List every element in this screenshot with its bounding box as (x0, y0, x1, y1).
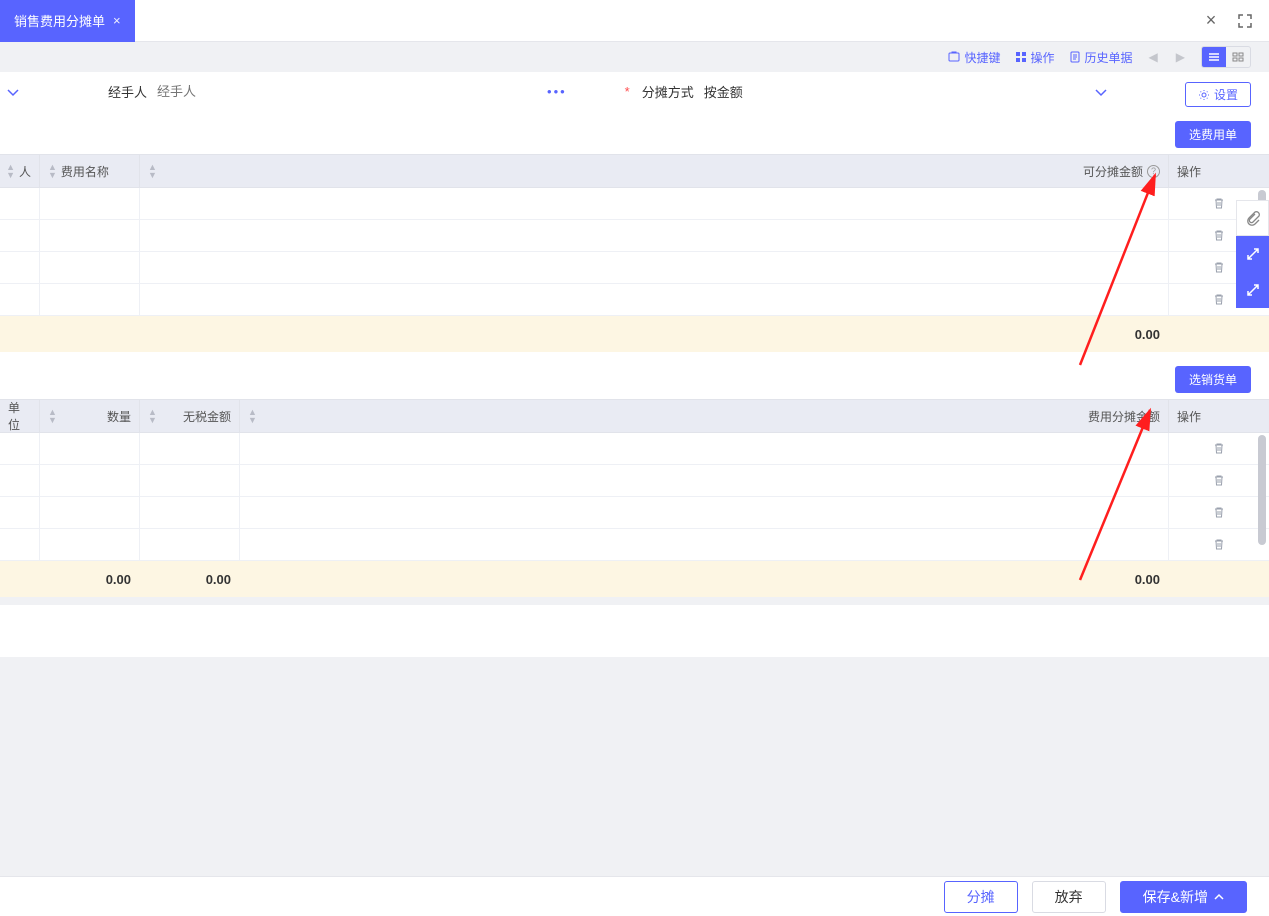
toolbar: 快捷键 操作 历史单据 ◀ ▶ (0, 42, 1269, 72)
sales-table: 单位 ▲▼ 数量 ▲▼ 无税金额 ▲▼ 费用分摊金额 操作 0.00 0.00 … (0, 399, 1269, 597)
sort-icon[interactable]: ▲▼ (48, 408, 57, 424)
fee-total: 0.00 (1135, 327, 1160, 342)
sort-icon[interactable]: ▲▼ (248, 408, 257, 424)
table-row[interactable] (0, 529, 1269, 561)
table-row[interactable] (0, 465, 1269, 497)
total-alloc: 0.00 (1135, 572, 1160, 587)
fee-table-header: ▲▼ 人 ▲▼ 费用名称 ▲▼ 可分摊金额 ? 操作 (0, 154, 1269, 188)
next-doc-icon[interactable]: ▶ (1174, 50, 1187, 64)
total-notax: 0.00 (206, 572, 231, 587)
sales-total-row: 0.00 0.00 0.00 (0, 561, 1269, 597)
trash-icon[interactable] (1213, 474, 1225, 487)
memo-area (0, 605, 1269, 657)
shortcut-link[interactable]: 快捷键 (948, 49, 1000, 66)
table-row[interactable] (0, 284, 1269, 316)
handler-label: 经手人 (108, 82, 147, 101)
trash-icon[interactable] (1213, 293, 1225, 306)
table-row[interactable] (0, 220, 1269, 252)
attachment-icon[interactable] (1236, 200, 1269, 236)
table-row[interactable] (0, 252, 1269, 284)
allocate-button[interactable]: 分摊 (944, 881, 1018, 913)
scrollbar[interactable] (1258, 435, 1266, 545)
right-float-toolbar (1236, 200, 1269, 308)
help-icon[interactable]: ? (1147, 165, 1160, 178)
method-value[interactable]: 按金额 (704, 82, 1084, 101)
trash-icon[interactable] (1213, 538, 1225, 551)
trash-icon[interactable] (1213, 442, 1225, 455)
col-alloc-amount: 可分摊金额 (1083, 163, 1143, 180)
col-fee-alloc: 费用分摊金额 (1088, 408, 1160, 425)
settings-button[interactable]: 设置 (1185, 82, 1251, 107)
table1-actions: 选费用单 (0, 115, 1269, 154)
close-panel-icon[interactable]: × (1199, 9, 1223, 33)
total-qty: 0.00 (106, 572, 131, 587)
dropdown-icon[interactable] (0, 87, 20, 97)
handler-input[interactable] (157, 84, 537, 99)
prev-doc-icon[interactable]: ◀ (1147, 50, 1160, 64)
tab-sales-fee-alloc[interactable]: 销售费用分摊单 × (0, 0, 135, 42)
method-label: 分摊方式 (642, 82, 694, 101)
select-fee-bill-button[interactable]: 选费用单 (1175, 121, 1251, 148)
view-list-icon[interactable] (1202, 47, 1226, 67)
sales-table-header: 单位 ▲▼ 数量 ▲▼ 无税金额 ▲▼ 费用分摊金额 操作 (0, 399, 1269, 433)
select-sales-bill-button[interactable]: 选销货单 (1175, 366, 1251, 393)
history-link[interactable]: 历史单据 (1069, 49, 1133, 66)
sort-icon[interactable]: ▲▼ (6, 163, 15, 179)
view-grid-icon[interactable] (1226, 47, 1250, 67)
tab-title: 销售费用分摊单 (14, 11, 105, 30)
close-icon[interactable]: × (113, 13, 121, 28)
view-toggle (1201, 46, 1251, 68)
sort-icon[interactable]: ▲▼ (148, 163, 157, 179)
col-fee-name: 费用名称 (61, 163, 109, 180)
tab-bar: 销售费用分摊单 × × (0, 0, 1269, 42)
more-icon[interactable]: ••• (547, 84, 567, 99)
fee-table: ▲▼ 人 ▲▼ 费用名称 ▲▼ 可分摊金额 ? 操作 0.00 (0, 154, 1269, 352)
col-operate: 操作 (1177, 163, 1201, 180)
save-new-button[interactable]: 保存&新增 (1120, 881, 1247, 913)
table-row[interactable] (0, 433, 1269, 465)
trash-icon[interactable] (1213, 506, 1225, 519)
discard-button[interactable]: 放弃 (1032, 881, 1106, 913)
required-mark: * (625, 84, 630, 99)
col-payee: 人 (19, 163, 31, 180)
col-qty: 数量 (107, 408, 131, 425)
trash-icon[interactable] (1213, 229, 1225, 242)
fullscreen-icon[interactable] (1233, 9, 1257, 33)
col-operate: 操作 (1177, 408, 1201, 425)
col-notax: 无税金额 (183, 408, 231, 425)
expand-icon[interactable] (1236, 236, 1269, 272)
fee-total-row: 0.00 (0, 316, 1269, 352)
operate-link[interactable]: 操作 (1015, 49, 1055, 66)
trash-icon[interactable] (1213, 197, 1225, 210)
sort-icon[interactable]: ▲▼ (48, 163, 57, 179)
method-dropdown-icon[interactable] (1094, 87, 1108, 97)
sort-icon[interactable]: ▲▼ (148, 408, 157, 424)
table2-actions: 选销货单 (0, 352, 1269, 399)
form-header: 经手人 ••• * 分摊方式 按金额 设置 (0, 72, 1269, 115)
table-row[interactable] (0, 497, 1269, 529)
trash-icon[interactable] (1213, 261, 1225, 274)
table-row[interactable] (0, 188, 1269, 220)
col-unit: 单位 (8, 399, 31, 433)
footer: 分摊 放弃 保存&新增 (0, 876, 1269, 916)
expand2-icon[interactable] (1236, 272, 1269, 308)
